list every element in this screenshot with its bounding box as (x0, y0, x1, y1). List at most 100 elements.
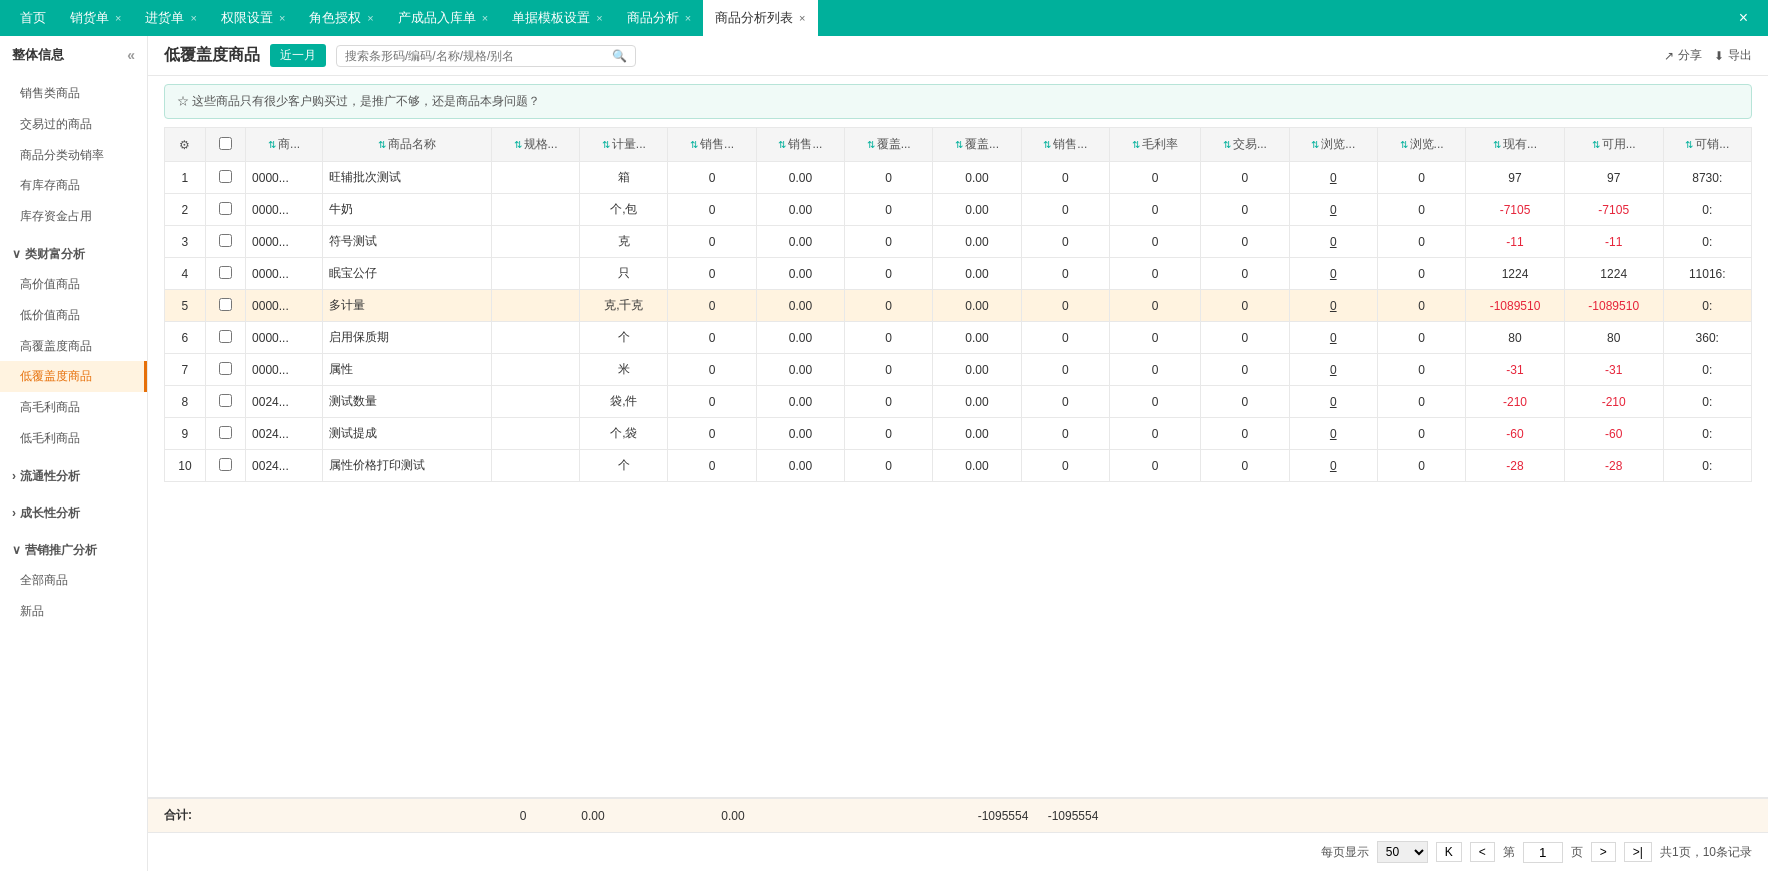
row-checkbox[interactable] (205, 258, 245, 290)
col-sales-qty[interactable]: ⇅销售... (668, 128, 756, 162)
row-checkbox[interactable] (205, 418, 245, 450)
row-select-checkbox[interactable] (219, 394, 232, 407)
col-transaction[interactable]: ⇅交易... (1201, 128, 1289, 162)
row-select-checkbox[interactable] (219, 266, 232, 279)
row-select-checkbox[interactable] (219, 426, 232, 439)
row-browse1[interactable]: 0 (1289, 322, 1377, 354)
period-button[interactable]: 近一月 (270, 44, 326, 67)
export-button[interactable]: ⬇ 导出 (1714, 47, 1752, 64)
row-checkbox[interactable] (205, 226, 245, 258)
col-coverage2[interactable]: ⇅覆盖... (933, 128, 1021, 162)
row-available: -28 (1564, 450, 1663, 482)
col-spec[interactable]: ⇅规格... (491, 128, 579, 162)
close-icon[interactable]: × (115, 12, 121, 24)
row-checkbox[interactable] (205, 354, 245, 386)
sidebar-item-high-margin[interactable]: 高毛利商品 (0, 392, 147, 423)
prev-page-button[interactable]: < (1470, 842, 1495, 862)
col-available[interactable]: ⇅可用... (1564, 128, 1663, 162)
row-browse1[interactable]: 0 (1289, 162, 1377, 194)
sidebar-item-sales-products[interactable]: 销售类商品 (0, 78, 147, 109)
row-sales-qty: 0 (668, 418, 756, 450)
nav-template-settings[interactable]: 单据模板设置 × (500, 0, 614, 36)
row-checkbox[interactable] (205, 386, 245, 418)
row-select-checkbox[interactable] (219, 234, 232, 247)
row-select-checkbox[interactable] (219, 170, 232, 183)
col-code[interactable]: ⇅商... (246, 128, 323, 162)
per-page-select[interactable]: 50 20 100 200 (1377, 841, 1428, 863)
col-sales-data[interactable]: ⇅销售... (1021, 128, 1109, 162)
select-all-checkbox[interactable] (219, 137, 232, 150)
col-checkbox[interactable] (205, 128, 245, 162)
close-icon[interactable]: × (799, 12, 805, 24)
current-page-input[interactable] (1523, 842, 1563, 863)
next-page-button[interactable]: > (1591, 842, 1616, 862)
col-gross-margin[interactable]: ⇅毛利率 (1109, 128, 1200, 162)
last-page-button[interactable]: >| (1624, 842, 1652, 862)
nav-product-stock[interactable]: 产成品入库单 × (386, 0, 500, 36)
col-unit[interactable]: ⇅计量... (580, 128, 668, 162)
sidebar-item-inventory-capital[interactable]: 库存资金占用 (0, 201, 147, 232)
sidebar-item-stocked-products[interactable]: 有库存商品 (0, 170, 147, 201)
col-sellable[interactable]: ⇅可销... (1663, 128, 1751, 162)
first-page-button[interactable]: K (1436, 842, 1462, 862)
col-current-stock[interactable]: ⇅现有... (1466, 128, 1565, 162)
row-browse1[interactable]: 0 (1289, 386, 1377, 418)
nav-home[interactable]: 首页 (8, 0, 58, 36)
sidebar-item-low-coverage[interactable]: 低覆盖度商品 (0, 361, 147, 392)
nav-role-auth[interactable]: 角色授权 × (297, 0, 385, 36)
col-name[interactable]: ⇅商品名称 (323, 128, 492, 162)
nav-permissions[interactable]: 权限设置 × (209, 0, 297, 36)
row-checkbox[interactable] (205, 162, 245, 194)
search-input[interactable] (345, 49, 612, 63)
row-browse1[interactable]: 0 (1289, 450, 1377, 482)
row-trans: 0 (1201, 194, 1289, 226)
row-checkbox[interactable] (205, 194, 245, 226)
sidebar-section-liquidity-header[interactable]: › 流通性分析 (0, 462, 147, 491)
sidebar-section-marketing-header[interactable]: ∨ 营销推广分析 (0, 536, 147, 565)
close-icon[interactable]: × (482, 12, 488, 24)
row-browse1[interactable]: 0 (1289, 258, 1377, 290)
row-browse1[interactable]: 0 (1289, 354, 1377, 386)
sidebar-section-growth-header[interactable]: › 成长性分析 (0, 499, 147, 528)
window-close-button[interactable]: × (1727, 9, 1760, 27)
close-icon[interactable]: × (190, 12, 196, 24)
sidebar-item-high-coverage[interactable]: 高覆盖度商品 (0, 331, 147, 362)
nav-purchase-order[interactable]: 进货单 × (133, 0, 208, 36)
row-cov2: 0.00 (933, 194, 1021, 226)
close-icon[interactable]: × (279, 12, 285, 24)
sidebar-item-all-products[interactable]: 全部商品 (0, 565, 147, 596)
close-icon[interactable]: × (367, 12, 373, 24)
sidebar-item-low-margin[interactable]: 低毛利商品 (0, 423, 147, 454)
nav-product-analysis[interactable]: 商品分析 × (615, 0, 703, 36)
row-checkbox[interactable] (205, 450, 245, 482)
col-browse1[interactable]: ⇅浏览... (1289, 128, 1377, 162)
col-browse2[interactable]: ⇅浏览... (1377, 128, 1465, 162)
sidebar-item-high-value[interactable]: 高价值商品 (0, 269, 147, 300)
col-coverage1[interactable]: ⇅覆盖... (845, 128, 933, 162)
row-browse1[interactable]: 0 (1289, 194, 1377, 226)
share-button[interactable]: ↗ 分享 (1664, 47, 1702, 64)
row-select-checkbox[interactable] (219, 202, 232, 215)
row-checkbox[interactable] (205, 322, 245, 354)
nav-product-analysis-list[interactable]: 商品分析列表 × (703, 0, 817, 36)
row-browse1[interactable]: 0 (1289, 418, 1377, 450)
sidebar-section-wealth-header[interactable]: ∨ 类财富分析 (0, 240, 147, 269)
close-icon[interactable]: × (596, 12, 602, 24)
close-icon[interactable]: × (685, 12, 691, 24)
sidebar-item-low-value[interactable]: 低价值商品 (0, 300, 147, 331)
col-sales-amt[interactable]: ⇅销售... (756, 128, 844, 162)
row-select-checkbox[interactable] (219, 362, 232, 375)
sidebar-item-new-products[interactable]: 新品 (0, 596, 147, 627)
row-select-checkbox[interactable] (219, 458, 232, 471)
sidebar-item-traded-products[interactable]: 交易过的商品 (0, 109, 147, 140)
search-icon[interactable]: 🔍 (612, 49, 627, 63)
row-select-checkbox[interactable] (219, 330, 232, 343)
row-checkbox[interactable] (205, 290, 245, 322)
row-select-checkbox[interactable] (219, 298, 232, 311)
row-browse1[interactable]: 0 (1289, 290, 1377, 322)
col-settings[interactable]: ⚙ (165, 128, 206, 162)
sidebar-collapse-button[interactable]: « (127, 47, 135, 63)
sidebar-item-category-activity[interactable]: 商品分类动销率 (0, 140, 147, 171)
nav-sales-order[interactable]: 销货单 × (58, 0, 133, 36)
row-browse1[interactable]: 0 (1289, 226, 1377, 258)
